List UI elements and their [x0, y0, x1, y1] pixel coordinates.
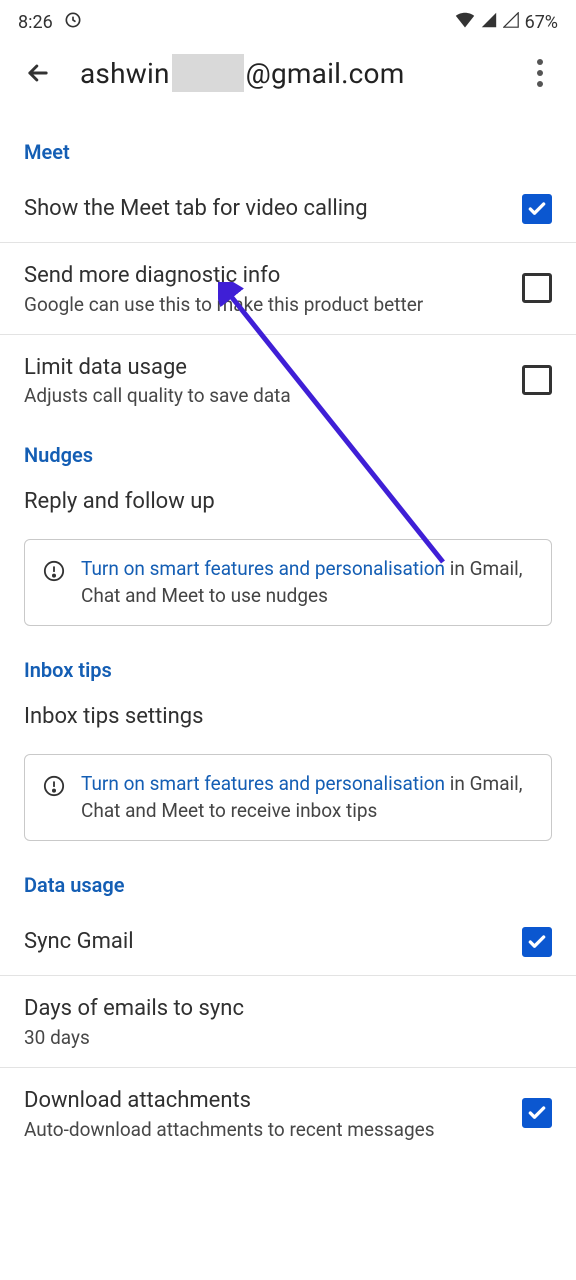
battery-text: 67% [525, 12, 558, 33]
signal-icon [481, 12, 497, 33]
label: Reply and follow up [24, 487, 552, 517]
info-text: Turn on smart features and personalisati… [81, 556, 533, 609]
checkbox-sync[interactable] [522, 927, 552, 957]
label: Inbox tips settings [24, 702, 552, 732]
checkbox-show-meet[interactable] [522, 194, 552, 224]
label: Limit data usage [24, 353, 506, 383]
label: Send more diagnostic info [24, 261, 506, 291]
label: Show the Meet tab for video calling [24, 194, 506, 224]
setting-reply-followup[interactable]: Reply and follow up [0, 479, 576, 525]
more-menu-button[interactable] [522, 59, 558, 87]
setting-show-meet-tab[interactable]: Show the Meet tab for video calling [0, 176, 576, 242]
link[interactable]: Turn on smart features and personalisati… [81, 772, 445, 795]
status-time: 8:26 [18, 12, 53, 33]
back-button[interactable] [20, 55, 56, 91]
email-suffix: @gmail.com [246, 57, 405, 90]
setting-diagnostic[interactable]: Send more diagnostic info Google can use… [0, 243, 576, 334]
sublabel: Auto-download attachments to recent mess… [24, 1118, 506, 1141]
setting-inbox-tips[interactable]: Inbox tips settings [0, 694, 576, 740]
section-nudges: Nudges [0, 425, 576, 479]
account-email: ashwin @gmail.com [80, 54, 498, 92]
signal-icon-2 [503, 12, 519, 33]
nudges-info-card[interactable]: Turn on smart features and personalisati… [24, 539, 552, 626]
label: Days of emails to sync [24, 994, 552, 1024]
setting-days-sync[interactable]: Days of emails to sync 30 days [0, 976, 576, 1067]
setting-limit-data[interactable]: Limit data usage Adjusts call quality to… [0, 335, 576, 426]
setting-download-attachments[interactable]: Download attachments Auto-download attac… [0, 1068, 576, 1159]
info-text: Turn on smart features and personalisati… [81, 771, 533, 824]
sublabel: Adjusts call quality to save data [24, 384, 506, 407]
section-inbox-tips: Inbox tips [0, 640, 576, 694]
rotation-lock-icon [63, 10, 83, 35]
redacted-block [172, 54, 244, 92]
info-icon [43, 560, 65, 590]
checkbox-limit-data[interactable] [522, 365, 552, 395]
email-prefix: ashwin [80, 57, 170, 90]
setting-sync-gmail[interactable]: Sync Gmail [0, 909, 576, 975]
status-bar: 8:26 67% [0, 0, 576, 40]
checkbox-download[interactable] [522, 1098, 552, 1128]
wifi-icon [455, 12, 475, 33]
info-icon [43, 775, 65, 805]
checkbox-diagnostic[interactable] [522, 273, 552, 303]
app-bar: ashwin @gmail.com [0, 40, 576, 122]
sublabel: 30 days [24, 1026, 552, 1049]
section-data-usage: Data usage [0, 855, 576, 909]
label: Sync Gmail [24, 927, 506, 957]
inbox-info-card[interactable]: Turn on smart features and personalisati… [24, 754, 552, 841]
section-meet: Meet [0, 122, 576, 176]
label: Download attachments [24, 1086, 506, 1116]
link[interactable]: Turn on smart features and personalisati… [81, 557, 445, 580]
sublabel: Google can use this to make this product… [24, 293, 506, 316]
